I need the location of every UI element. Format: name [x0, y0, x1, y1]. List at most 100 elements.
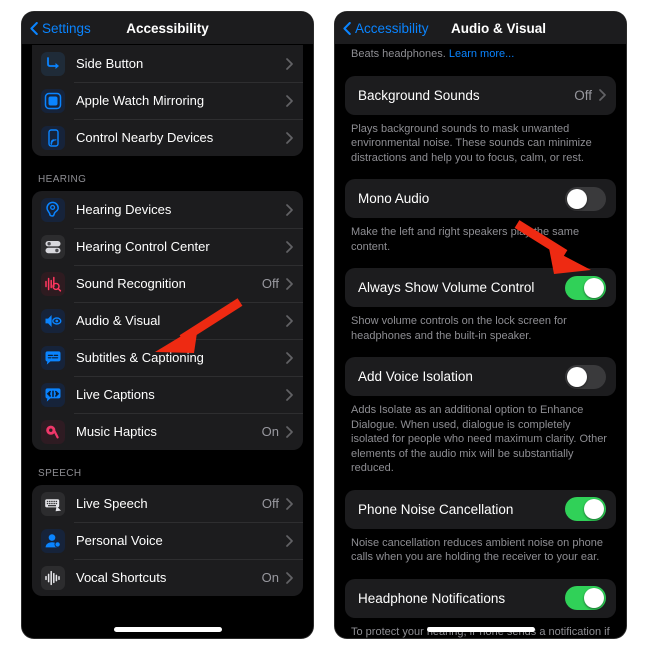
sidebar-item-vocal-shortcuts[interactable]: Vocal Shortcuts On [32, 559, 303, 596]
audio-visual-scroll-content[interactable]: Beats headphones. Learn more... Backgrou… [335, 45, 626, 638]
back-label: Settings [42, 20, 91, 36]
row-label: Personal Voice [76, 533, 163, 548]
row-label: Apple Watch Mirroring [76, 93, 205, 108]
chevron-left-icon [343, 21, 351, 35]
sidebar-item-hearing-control-center[interactable]: Hearing Control Center [32, 228, 303, 265]
row-label: Live Speech [76, 496, 148, 511]
row-background-sounds[interactable]: Background Sounds Off [345, 76, 616, 115]
sidebar-item-live-captions[interactable]: Live Captions [32, 376, 303, 413]
toggle-knob [584, 277, 604, 298]
personal-voice-icon [41, 528, 65, 553]
footnote-phone-noise-cancellation: Noise cancellation reduces ambient noise… [351, 536, 603, 564]
toggle-knob [584, 499, 604, 519]
row-label: Phone Noise Cancellation [358, 501, 514, 517]
sidebar-item-hearing-devices[interactable]: Hearing Devices [32, 191, 303, 228]
phone-noise-cancellation-group: Phone Noise Cancellation [345, 489, 616, 529]
audio-visual-icon [41, 308, 65, 333]
partial-footnote-text: Beats headphones. [351, 48, 449, 60]
right-phone-frame: Accessibility Audio & Visual Beats headp… [335, 12, 626, 638]
subtitles-captioning-icon [41, 345, 65, 370]
toggle-phone-noise-cancellation[interactable] [565, 497, 606, 521]
accessibility-navbar: Settings Accessibility [22, 12, 313, 45]
home-indicator [113, 627, 222, 632]
row-value: Off [574, 87, 592, 103]
row-label: Always Show Volume Control [358, 280, 535, 295]
learn-more-link[interactable]: Learn more... [449, 48, 514, 60]
footnote-background-sounds: Plays background sounds to mask unwanted… [351, 122, 592, 164]
row-label: Sound Recognition [76, 276, 186, 291]
add-voice-isolation-group: Add Voice Isolation [345, 357, 616, 396]
chevron-right-icon [286, 240, 293, 253]
chevron-right-icon [599, 89, 606, 101]
live-speech-icon [41, 491, 65, 516]
accessibility-scroll-content[interactable]: Side Button Apple Watch Mirroring Contro… [22, 45, 313, 638]
sidebar-item-side-button[interactable]: Side Button [32, 45, 303, 82]
hearing-control-center-icon [41, 234, 65, 259]
section-header-speech: SPEECH [38, 468, 82, 479]
side-button-icon [41, 51, 65, 76]
accessibility-screen: Settings Accessibility Side Button Apple… [22, 12, 313, 638]
row-label: Audio & Visual [76, 313, 161, 328]
row-label: Background Sounds [358, 87, 480, 103]
row-label: Hearing Control Center [76, 239, 210, 254]
live-captions-icon [41, 382, 65, 407]
row-label: Music Haptics [76, 424, 157, 439]
row-add-voice-isolation: Add Voice Isolation [345, 357, 616, 396]
toggle-add-voice-isolation[interactable] [565, 364, 606, 389]
sidebar-item-subtitles-and-captioning[interactable]: Subtitles & Captioning [32, 339, 303, 376]
chevron-right-icon [286, 388, 293, 401]
sidebar-item-personal-voice[interactable]: Personal Voice [32, 522, 303, 559]
section-header-hearing: HEARING [38, 174, 87, 185]
left-phone-frame: Settings Accessibility Side Button Apple… [22, 12, 313, 638]
chevron-right-icon [286, 497, 293, 510]
row-mono-audio: Mono Audio [345, 179, 616, 218]
back-to-settings-button[interactable]: Settings [30, 21, 91, 36]
toggle-headphone-notifications[interactable] [565, 586, 606, 610]
row-label: Vocal Shortcuts [76, 570, 167, 585]
sidebar-item-sound-recognition[interactable]: Sound Recognition Off [32, 265, 303, 302]
toggle-knob [584, 588, 604, 608]
row-label: Headphone Notifications [358, 590, 506, 606]
speech-group: Live Speech Off Personal Voice Vocal Sho… [32, 485, 303, 596]
chevron-right-icon [286, 57, 293, 70]
sound-recognition-icon [41, 271, 65, 296]
row-value: On [261, 570, 279, 585]
row-label: Mono Audio [358, 191, 430, 206]
chevron-right-icon [286, 425, 293, 438]
back-to-accessibility-button[interactable]: Accessibility [343, 21, 429, 36]
row-value: On [261, 424, 279, 439]
row-value: Off [261, 276, 279, 291]
chevron-right-icon [286, 571, 293, 584]
home-indicator [426, 627, 535, 632]
hearing-group: Hearing Devices Hearing Control Center S… [32, 191, 303, 450]
sidebar-item-live-speech[interactable]: Live Speech Off [32, 485, 303, 522]
row-label: Hearing Devices [76, 202, 172, 217]
always-show-volume-control-group: Always Show Volume Control [345, 268, 616, 307]
row-label: Live Captions [76, 387, 155, 402]
chevron-right-icon [286, 314, 293, 327]
footnote-add-voice-isolation: Adds Isolate as an additional option to … [351, 404, 607, 474]
toggle-always-show-volume-control[interactable] [565, 275, 606, 300]
sidebar-item-apple-watch-mirroring[interactable]: Apple Watch Mirroring [32, 82, 303, 119]
chevron-left-icon [30, 21, 38, 35]
row-value: Off [261, 496, 279, 511]
row-label: Control Nearby Devices [76, 130, 214, 145]
toggle-mono-audio[interactable] [565, 186, 606, 211]
row-always-show-volume-control: Always Show Volume Control [345, 268, 616, 307]
chevron-right-icon [286, 534, 293, 547]
accessibility-top-group: Side Button Apple Watch Mirroring Contro… [32, 45, 303, 156]
sidebar-item-music-haptics[interactable]: Music Haptics On [32, 413, 303, 450]
chevron-right-icon [286, 203, 293, 216]
chevron-right-icon [286, 277, 293, 290]
vocal-shortcuts-icon [41, 565, 65, 590]
sidebar-item-audio-and-visual[interactable]: Audio & Visual [32, 302, 303, 339]
sidebar-item-control-nearby-devices[interactable]: Control Nearby Devices [32, 119, 303, 156]
chevron-right-icon [286, 94, 293, 107]
audio-visual-navbar: Accessibility Audio & Visual [335, 12, 626, 45]
row-label: Side Button [76, 56, 144, 71]
back-label: Accessibility [355, 20, 429, 36]
